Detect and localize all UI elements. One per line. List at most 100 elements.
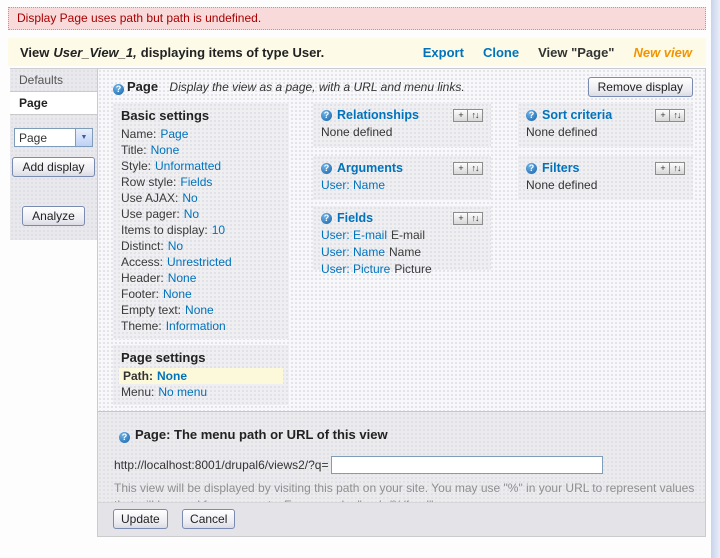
add-icon[interactable]: + xyxy=(453,211,468,225)
field-item-link[interactable]: User: E-mail xyxy=(321,228,387,242)
relationships-empty: None defined xyxy=(321,125,393,139)
display-title: Page xyxy=(127,79,159,94)
setting-value-link[interactable]: None xyxy=(185,303,214,317)
filters-title[interactable]: Filters xyxy=(542,161,580,175)
add-icon[interactable]: + xyxy=(453,108,468,122)
view-page-link[interactable]: View "Page" xyxy=(538,45,614,60)
basic-settings-box: Basic settings Name: Page Title: None Styl… xyxy=(113,103,289,339)
help-icon[interactable]: ? xyxy=(526,162,537,174)
setting-row: Access: Unrestricted xyxy=(121,255,232,269)
setting-row: Header: None xyxy=(121,271,197,285)
setting-value-link[interactable]: None xyxy=(151,143,180,157)
rearrange-icon[interactable]: ↑↓ xyxy=(468,211,483,225)
argument-item: User: Name xyxy=(321,177,483,194)
rearrange-icon[interactable]: ↑↓ xyxy=(468,108,483,122)
menu-value-link[interactable]: No menu xyxy=(158,385,207,399)
page-settings-header: Page settings xyxy=(121,350,206,365)
clone-link[interactable]: Clone xyxy=(483,45,519,60)
setting-value-link[interactable]: No xyxy=(182,191,197,205)
display-sidebar: Defaults Page Page ▼ Add display Analyze xyxy=(10,68,97,240)
setting-value-link[interactable]: None xyxy=(163,287,192,301)
remove-display-button[interactable]: Remove display xyxy=(587,77,693,97)
views-admin-page: Display Page uses path but path is undef… xyxy=(0,0,720,558)
setting-value-link[interactable]: Fields xyxy=(180,175,212,189)
export-link[interactable]: Export xyxy=(423,45,464,60)
setting-value-link[interactable]: Page xyxy=(160,127,188,141)
field-item: User: Picture Picture xyxy=(321,262,432,276)
add-icon[interactable]: + xyxy=(655,161,670,175)
setting-value-link[interactable]: 10 xyxy=(212,223,225,237)
path-input[interactable] xyxy=(331,456,604,474)
url-prefix-label: http://localhost:8001/drupal6/views2/?q= xyxy=(114,458,329,472)
help-icon[interactable]: ? xyxy=(321,109,332,121)
view-header: View User_View_1, displaying items of ty… xyxy=(8,38,706,66)
argument-item-link[interactable]: User: Name xyxy=(321,178,385,192)
field-item: User: Name Name xyxy=(321,245,422,259)
page-settings-box: Page settings Path: None Menu: No menu xyxy=(113,345,289,405)
filters-box: ? Filters + ↑↓ None defined xyxy=(518,156,693,200)
view-title-suffix: displaying items of type User. xyxy=(140,44,325,60)
setting-row: Use pager: No xyxy=(121,207,200,221)
relationships-box: ? Relationships + ↑↓ None defined xyxy=(313,103,491,147)
page-edge-strip xyxy=(711,0,720,558)
field-item-link[interactable]: User: Picture xyxy=(321,262,390,276)
display-select[interactable]: Page ▼ xyxy=(14,128,93,147)
rearrange-icon[interactable]: ↑↓ xyxy=(670,108,685,122)
path-config-form: ? Page: The menu path or URL of this view… xyxy=(98,411,705,536)
display-panel-header: ? Page Display the view as a page, with a… xyxy=(113,79,575,95)
field-item-link[interactable]: User: Name xyxy=(321,245,385,259)
setting-value-link[interactable]: No xyxy=(168,239,183,253)
setting-row: Footer: None xyxy=(121,287,192,301)
help-icon[interactable]: ? xyxy=(321,162,332,174)
chevron-down-icon[interactable]: ▼ xyxy=(75,129,92,146)
setting-row: Row style: Fields xyxy=(121,175,213,189)
display-description: Display the view as a page, with a URL a… xyxy=(169,80,465,94)
add-icon[interactable]: + xyxy=(655,108,670,122)
setting-row: Distinct: No xyxy=(121,239,184,253)
sort-criteria-empty: None defined xyxy=(526,125,598,139)
field-item: User: E-mail E-mail xyxy=(321,228,426,242)
cancel-button[interactable]: Cancel xyxy=(182,509,236,529)
setting-value-link[interactable]: Unrestricted xyxy=(167,255,232,269)
setting-value-link[interactable]: None xyxy=(168,271,197,285)
help-icon[interactable]: ? xyxy=(113,84,124,95)
fields-title[interactable]: Fields xyxy=(337,211,373,225)
add-display-button[interactable]: Add display xyxy=(12,157,95,177)
relationships-title[interactable]: Relationships xyxy=(337,108,419,122)
path-form-title: ? Page: The menu path or URL of this view xyxy=(114,427,705,443)
help-icon[interactable]: ? xyxy=(321,212,332,224)
setting-value-link[interactable]: No xyxy=(184,207,199,221)
update-button[interactable]: Update xyxy=(113,509,168,529)
arguments-title[interactable]: Arguments xyxy=(337,161,403,175)
setting-value-link[interactable]: Unformatted xyxy=(155,159,221,173)
sidebar-tab-defaults[interactable]: Defaults xyxy=(10,69,97,92)
setting-row: Name: Page xyxy=(121,127,189,141)
display-settings-panel: ? Page Display the view as a page, with a… xyxy=(97,68,706,537)
sort-criteria-title[interactable]: Sort criteria xyxy=(542,108,612,122)
form-actions: Update Cancel xyxy=(98,502,705,536)
basic-settings-header: Basic settings xyxy=(121,108,210,123)
add-icon[interactable]: + xyxy=(453,161,468,175)
arguments-box: ? Arguments + ↑↓ User: Name xyxy=(313,156,491,200)
help-icon[interactable]: ? xyxy=(119,432,130,443)
error-message: Display Page uses path but path is undef… xyxy=(8,7,706,30)
sort-criteria-box: ? Sort criteria + ↑↓ None defined xyxy=(518,103,693,147)
setting-row: Style: Unformatted xyxy=(121,159,222,173)
display-select-value: Page xyxy=(19,130,48,145)
analyze-button[interactable]: Analyze xyxy=(22,206,85,226)
path-setting-row: Path: None xyxy=(119,368,283,384)
setting-row: Use AJAX: No xyxy=(121,191,198,205)
filters-empty: None defined xyxy=(526,178,598,192)
sidebar-tab-page[interactable]: Page xyxy=(10,92,97,115)
setting-row: Items to display: 10 xyxy=(121,223,226,237)
fields-box: ? Fields + ↑↓ User: E-mail E-mail User: N… xyxy=(313,206,491,276)
rearrange-icon[interactable]: ↑↓ xyxy=(670,161,685,175)
setting-row: Theme: Information xyxy=(121,319,226,333)
view-title-prefix: View xyxy=(20,44,50,60)
setting-value-link[interactable]: Information xyxy=(166,319,226,333)
rearrange-icon[interactable]: ↑↓ xyxy=(468,161,483,175)
path-value-link[interactable]: None xyxy=(157,369,187,383)
setting-row: Empty text: None xyxy=(121,303,214,317)
new-view-link[interactable]: New view xyxy=(633,45,692,60)
help-icon[interactable]: ? xyxy=(526,109,537,121)
